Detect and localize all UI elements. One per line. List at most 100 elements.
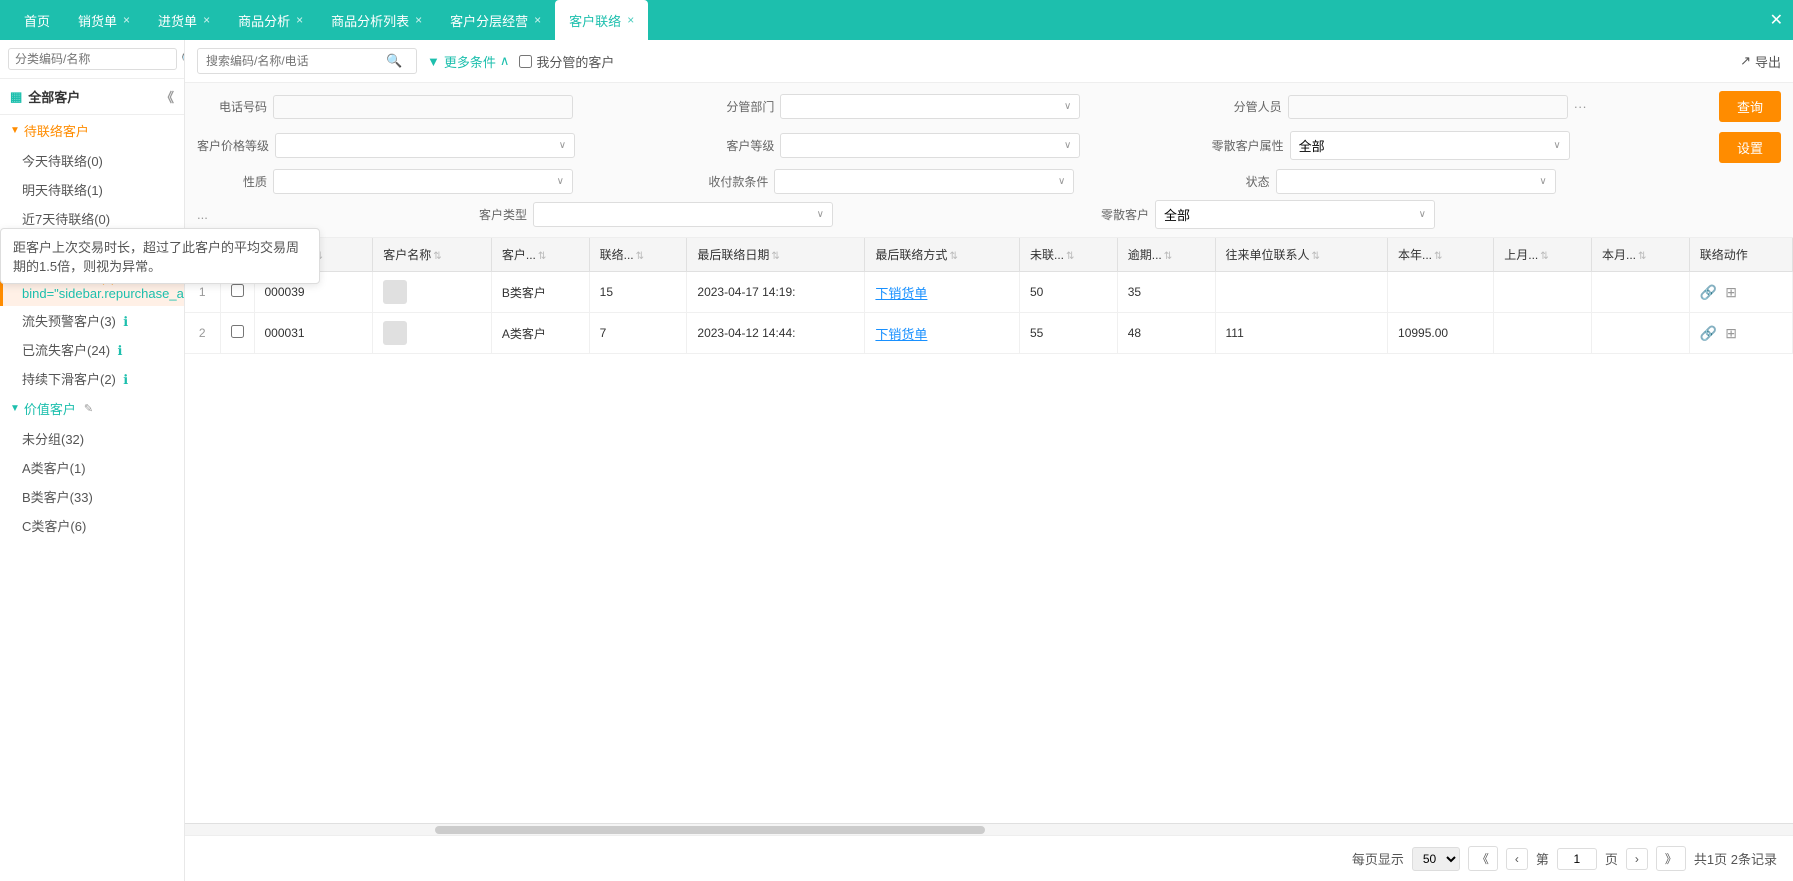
row1-overdue: 35 <box>1117 272 1215 313</box>
price-level-select[interactable]: ∨ <box>275 133 575 158</box>
status-arrow: ∨ <box>1539 176 1546 187</box>
row2-last-type-link[interactable]: 下销货单 <box>875 327 927 342</box>
query-button[interactable]: 查询 <box>1719 91 1781 122</box>
per-page-select[interactable]: 50 <box>1412 847 1460 871</box>
gender-arrow: ∨ <box>557 176 564 187</box>
th-unreached: 未联...⇅ <box>1019 238 1117 272</box>
first-page-button[interactable]: 《 <box>1468 846 1498 871</box>
row2-name <box>373 313 492 354</box>
nav-home[interactable]: 首页 <box>10 0 64 40</box>
nav-sales-order-close[interactable]: × <box>123 13 130 27</box>
th-overdue: 逾期...⇅ <box>1117 238 1215 272</box>
filter-customer-type: 客户类型 ∨ <box>457 200 1069 229</box>
sidebar-item-class-c[interactable]: C类客户(6) <box>0 511 184 540</box>
row2-grid-icon[interactable]: ⊞ <box>1725 325 1737 342</box>
search-box: 🔍 <box>197 48 417 74</box>
action-buttons: 查询 <box>1719 91 1781 122</box>
nav-purchase-order[interactable]: 进货单 × <box>144 0 224 40</box>
sidebar: 🔍 ▦ 全部客户 《 ▼ 待联络客户 今天待联络(0) 明天待联络(1) 近7天… <box>0 40 185 881</box>
row2-link-icon[interactable]: 🔗 <box>1700 325 1717 342</box>
more-conditions-button[interactable]: ▼ 更多条件 ∧ <box>427 52 509 71</box>
sidebar-collapse-button[interactable]: 《 <box>161 87 174 106</box>
filter-row-2: 客户价格等级 ∨ 客户等级 ∨ 零散客户属性 全部∨ <box>197 128 1781 163</box>
row1-select[interactable] <box>231 284 244 297</box>
table-area: ⚙ 客户编码⇅ 客户名称⇅ 客户...⇅ 联络...⇅ 最后联络日期⇅ 最后联络… <box>185 238 1793 823</box>
nav-customer-contact-close[interactable]: × <box>627 13 634 27</box>
nav-purchase-order-close[interactable]: × <box>203 13 210 27</box>
row1-link-icon[interactable]: 🔗 <box>1700 284 1717 301</box>
sidebar-item-loss-warning[interactable]: 流失预警客户(3) ℹ <box>0 306 184 335</box>
row1-last-month <box>1494 272 1592 313</box>
dept-select[interactable]: ∨ <box>780 94 1080 119</box>
window-close-button[interactable]: ✕ <box>1770 10 1783 30</box>
settings-button[interactable]: 设置 <box>1719 132 1781 163</box>
row1-contact: 15 <box>589 272 687 313</box>
gender-select[interactable]: ∨ <box>273 169 573 194</box>
edit-group-icon[interactable]: ✎ <box>84 402 93 415</box>
row1-last-type-link[interactable]: 下销货单 <box>875 286 927 301</box>
row4-dots[interactable]: ... <box>197 207 208 222</box>
sidebar-all-customers[interactable]: ▦ 全部客户 《 <box>0 79 184 115</box>
sidebar-item-unclassified[interactable]: 未分组(32) <box>0 424 184 453</box>
nav-product-analysis-list-close[interactable]: × <box>415 13 422 27</box>
customer-level-select[interactable]: ∨ <box>780 133 1080 158</box>
pending-section-title[interactable]: ▼ 待联络客户 <box>0 115 184 146</box>
next-page-button[interactable]: › <box>1626 848 1648 870</box>
th-action: 联络动作 <box>1689 238 1792 272</box>
row1-this-month <box>1592 272 1690 313</box>
top-nav: 首页 销货单 × 进货单 × 商品分析 × 商品分析列表 × 客户分层经营 × … <box>0 0 1793 40</box>
person-input[interactable] <box>1288 95 1568 119</box>
page-input[interactable] <box>1557 848 1597 870</box>
scrollbar-thumb[interactable] <box>435 826 985 834</box>
row1-grid-icon[interactable]: ⊞ <box>1725 284 1737 301</box>
row1-last-date: 2023-04-17 14:19: <box>687 272 865 313</box>
sidebar-item-tomorrow-pending[interactable]: 明天待联络(1) <box>0 175 184 204</box>
nav-customer-contact[interactable]: 客户联络 × <box>555 0 648 40</box>
customer-type-select[interactable]: ∨ <box>533 202 833 227</box>
pending-arrow-icon: ▼ <box>10 125 20 136</box>
sidebar-item-class-a[interactable]: A类客户(1) <box>0 453 184 482</box>
horizontal-scrollbar[interactable] <box>185 823 1793 835</box>
nav-customer-segmentation-close[interactable]: × <box>534 13 541 27</box>
filter-rows: 电话号码 分管部门 ∨ 分管人员 ··· 查询 <box>185 83 1793 238</box>
row1-actions: 🔗 ⊞ <box>1689 272 1792 313</box>
sidebar-search-input[interactable] <box>8 48 177 70</box>
gender-label: 性质 <box>197 173 267 190</box>
export-button[interactable]: ↗ 导出 <box>1740 52 1781 71</box>
th-level: 客户...⇅ <box>491 238 589 272</box>
nav-product-analysis-close[interactable]: × <box>296 13 303 27</box>
nav-customer-segmentation[interactable]: 客户分层经营 × <box>436 0 555 40</box>
nav-sales-order[interactable]: 销货单 × <box>64 0 144 40</box>
nav-product-analysis[interactable]: 商品分析 × <box>224 0 317 40</box>
sidebar-item-lost-customers[interactable]: 已流失客户(24) ℹ <box>0 335 184 364</box>
content-area: 🔍 ▼ 更多条件 ∧ 我分管的客户 ↗ 导出 电话号码 <box>185 40 1793 881</box>
prev-page-button[interactable]: ‹ <box>1506 848 1528 870</box>
row1-this-year <box>1388 272 1494 313</box>
sidebar-item-class-b[interactable]: B类客户(33) <box>0 482 184 511</box>
main-layout: 🔍 ▦ 全部客户 《 ▼ 待联络客户 今天待联络(0) 明天待联络(1) 近7天… <box>0 40 1793 881</box>
retail-attr-label: 零散客户属性 <box>1212 137 1284 154</box>
value-group-title[interactable]: ▼ 价值客户 ✎ <box>0 393 184 424</box>
retail-attr-select[interactable]: 全部∨ <box>1290 131 1570 160</box>
phone-input[interactable] <box>273 95 573 119</box>
my-customers-check[interactable] <box>519 55 532 68</box>
tooltip-box: 距客户上次交易时长，超过了此客户的平均交易周期的1.5倍，则视为异常。 <box>0 228 320 284</box>
my-customers-checkbox[interactable]: 我分管的客户 <box>519 52 614 71</box>
row1-last-type[interactable]: 下销货单 <box>865 272 1020 313</box>
last-page-button[interactable]: 》 <box>1656 846 1686 871</box>
row2-select[interactable] <box>231 325 244 338</box>
nav-product-analysis-list[interactable]: 商品分析列表 × <box>317 0 436 40</box>
sidebar-item-declining[interactable]: 持续下滑客户(2) ℹ <box>0 364 184 393</box>
search-icon[interactable]: 🔍 <box>386 53 402 69</box>
row2-last-type[interactable]: 下销货单 <box>865 313 1020 354</box>
payment-select[interactable]: ∨ <box>774 169 1074 194</box>
th-contact-person: 往来单位联系人⇅ <box>1215 238 1388 272</box>
status-select[interactable]: ∨ <box>1276 169 1556 194</box>
search-input[interactable] <box>206 54 386 68</box>
table-row: 2 000031 A类客户 7 2023-04-12 14:44: 下销货单 5… <box>185 313 1793 354</box>
row1-level: B类客户 <box>491 272 589 313</box>
retail-customer-label: 零散客户 <box>1079 206 1149 223</box>
person-dots[interactable]: ··· <box>1574 99 1587 114</box>
retail-customer-select[interactable]: 全部∨ <box>1155 200 1435 229</box>
sidebar-item-today-pending[interactable]: 今天待联络(0) <box>0 146 184 175</box>
